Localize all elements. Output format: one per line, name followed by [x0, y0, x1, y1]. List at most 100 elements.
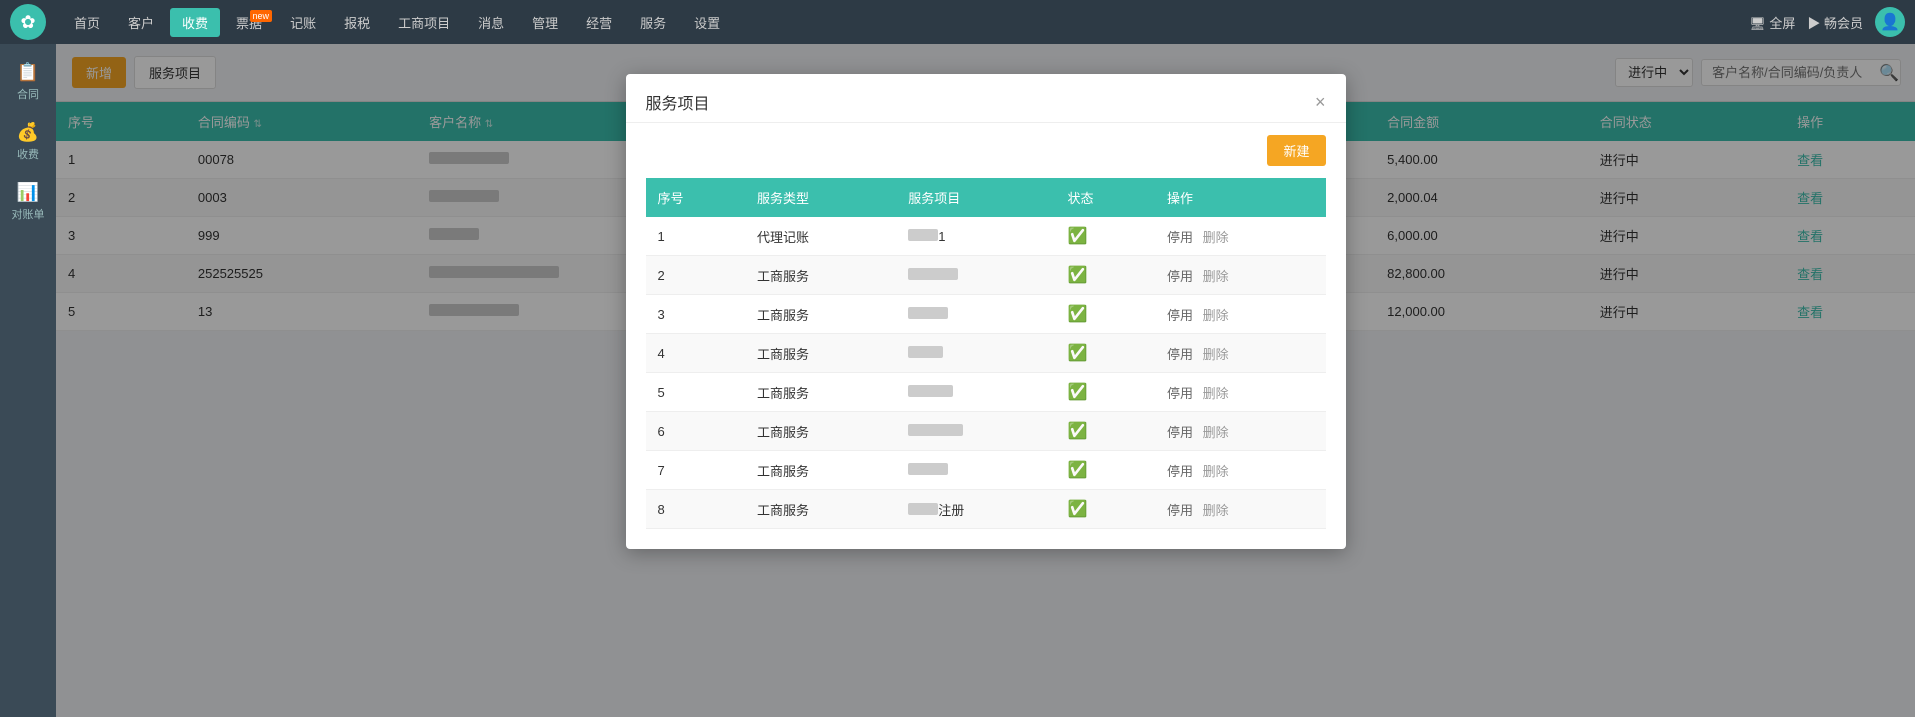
modal-col-type: 服务类型 — [745, 178, 896, 217]
modal-cell-action: 停用 删除 — [1155, 490, 1325, 529]
modal-cell-status: ✅ — [1056, 334, 1156, 373]
delete-button[interactable]: 删除 — [1203, 347, 1229, 362]
modal-cell-seq: 8 — [646, 490, 746, 529]
nav-home[interactable]: 首页 — [62, 8, 112, 37]
disable-button[interactable]: 停用 — [1167, 386, 1193, 401]
modal-cell-status: ✅ — [1056, 412, 1156, 451]
user-avatar[interactable]: 👤 — [1875, 7, 1905, 37]
modal-cell-seq: 7 — [646, 451, 746, 490]
delete-button[interactable]: 删除 — [1203, 464, 1229, 479]
sidebar-item-contract[interactable]: 📋 合同 — [3, 54, 53, 110]
nav-right: 🖥 全屏 ▶ 畅会员 👤 — [1749, 7, 1905, 37]
modal-cell-action: 停用 删除 — [1155, 412, 1325, 451]
modal-cell-type: 工商服务 — [745, 373, 896, 412]
fullscreen-btn[interactable]: 🖥 全屏 — [1749, 13, 1795, 32]
modal-cell-status: ✅ — [1056, 451, 1156, 490]
modal-cell-action: 停用 删除 — [1155, 256, 1325, 295]
disable-button[interactable]: 停用 — [1167, 269, 1193, 284]
disable-button[interactable]: 停用 — [1167, 425, 1193, 440]
modal-cell-status: ✅ — [1056, 373, 1156, 412]
delete-button[interactable]: 删除 — [1203, 386, 1229, 401]
modal-col-item: 服务项目 — [896, 178, 1055, 217]
app-logo: ✿ — [10, 4, 46, 40]
nav-business[interactable]: 工商项目 — [386, 8, 462, 37]
modal-table-row: 5 工商服务 ✅ 停用 删除 — [646, 373, 1326, 412]
modal-cell-status: ✅ — [1056, 295, 1156, 334]
disable-button[interactable]: 停用 — [1167, 464, 1193, 479]
modal-cell-item — [896, 334, 1055, 373]
sidebar-item-statement[interactable]: 📊 对账单 — [3, 174, 53, 230]
sidebar-label-contract: 合同 — [17, 86, 39, 102]
nav-ops[interactable]: 经营 — [574, 8, 624, 37]
modal-cell-seq: 1 — [646, 217, 746, 256]
nav-tax[interactable]: 报税 — [332, 8, 382, 37]
modal-overlay: 服务项目 × 新建 序号 服务类型 服务项目 状态 — [56, 44, 1915, 717]
nav-admin[interactable]: 管理 — [520, 8, 570, 37]
modal-cell-item — [896, 256, 1055, 295]
modal-table-row: 8 工商服务 注册 ✅ 停用 删除 — [646, 490, 1326, 529]
disable-button[interactable]: 停用 — [1167, 308, 1193, 323]
sidebar: 📋 合同 💰 收费 📊 对账单 — [0, 44, 56, 717]
modal-cell-action: 停用 删除 — [1155, 295, 1325, 334]
modal-table-row: 7 工商服务 ✅ 停用 删除 — [646, 451, 1326, 490]
nav-message[interactable]: 消息 — [466, 8, 516, 37]
modal-cell-action: 停用 删除 — [1155, 334, 1325, 373]
modal-title: 服务项目 — [646, 90, 710, 114]
nav-bookkeeping[interactable]: 记账 — [278, 8, 328, 37]
modal-cell-action: 停用 删除 — [1155, 373, 1325, 412]
sidebar-label-fees: 收费 — [17, 146, 39, 162]
delete-button[interactable]: 删除 — [1203, 425, 1229, 440]
modal-header: 服务项目 × — [626, 74, 1346, 123]
modal-col-status: 状态 — [1056, 178, 1156, 217]
nav-fees[interactable]: 收费 — [170, 8, 220, 37]
modal-cell-item — [896, 295, 1055, 334]
new-badge: new — [250, 10, 273, 22]
top-nav: ✿ 首页 客户 收费 票据 new 记账 报税 工商项目 消息 管理 经营 服务… — [0, 0, 1915, 44]
membership-btn[interactable]: ▶ 畅会员 — [1807, 13, 1863, 32]
modal-body: 序号 服务类型 服务项目 状态 操作 1 代理记账 1 — [626, 178, 1346, 549]
disable-button[interactable]: 停用 — [1167, 503, 1193, 518]
modal-table-row: 2 工商服务 ✅ 停用 删除 — [646, 256, 1326, 295]
modal-cell-seq: 2 — [646, 256, 746, 295]
modal-cell-type: 工商服务 — [745, 490, 896, 529]
sidebar-item-fees[interactable]: 💰 收费 — [3, 114, 53, 170]
nav-items: 首页 客户 收费 票据 new 记账 报税 工商项目 消息 管理 经营 服务 设… — [62, 8, 1749, 37]
modal-cell-item: 1 — [896, 217, 1055, 256]
delete-button[interactable]: 删除 — [1203, 269, 1229, 284]
status-check-icon: ✅ — [1068, 228, 1088, 245]
sidebar-label-statement: 对账单 — [12, 206, 45, 222]
modal-cell-type: 代理记账 — [745, 217, 896, 256]
modal-cell-type: 工商服务 — [745, 295, 896, 334]
fees-icon: 💰 — [17, 122, 39, 143]
modal-cell-action: 停用 删除 — [1155, 217, 1325, 256]
content-area: 新增 服务项目 进行中 全部 已结束 🔍 序号 合同编码 — [56, 44, 1915, 717]
modal-new-button[interactable]: 新建 — [1267, 135, 1325, 166]
modal-cell-seq: 4 — [646, 334, 746, 373]
nav-client[interactable]: 客户 — [116, 8, 166, 37]
modal-cell-type: 工商服务 — [745, 412, 896, 451]
delete-button[interactable]: 删除 — [1203, 503, 1229, 518]
modal-cell-action: 停用 删除 — [1155, 451, 1325, 490]
modal-cell-type: 工商服务 — [745, 451, 896, 490]
modal-cell-status: ✅ — [1056, 217, 1156, 256]
nav-service[interactable]: 服务 — [628, 8, 678, 37]
modal-cell-seq: 5 — [646, 373, 746, 412]
status-check-icon: ✅ — [1068, 423, 1088, 440]
modal-cell-item — [896, 451, 1055, 490]
disable-button[interactable]: 停用 — [1167, 347, 1193, 362]
delete-button[interactable]: 删除 — [1203, 308, 1229, 323]
modal-toolbar: 新建 — [626, 123, 1346, 178]
statement-icon: 📊 — [17, 182, 39, 203]
status-check-icon: ✅ — [1068, 306, 1088, 323]
status-check-icon: ✅ — [1068, 384, 1088, 401]
nav-settings[interactable]: 设置 — [682, 8, 732, 37]
nav-invoice[interactable]: 票据 new — [224, 8, 274, 37]
modal-table-row: 1 代理记账 1 ✅ 停用 删除 — [646, 217, 1326, 256]
modal-cell-item — [896, 373, 1055, 412]
modal-cell-status: ✅ — [1056, 256, 1156, 295]
modal-close-button[interactable]: × — [1315, 92, 1326, 113]
modal-cell-seq: 6 — [646, 412, 746, 451]
disable-button[interactable]: 停用 — [1167, 230, 1193, 245]
modal-table-row: 3 工商服务 ✅ 停用 删除 — [646, 295, 1326, 334]
delete-button[interactable]: 删除 — [1203, 230, 1229, 245]
